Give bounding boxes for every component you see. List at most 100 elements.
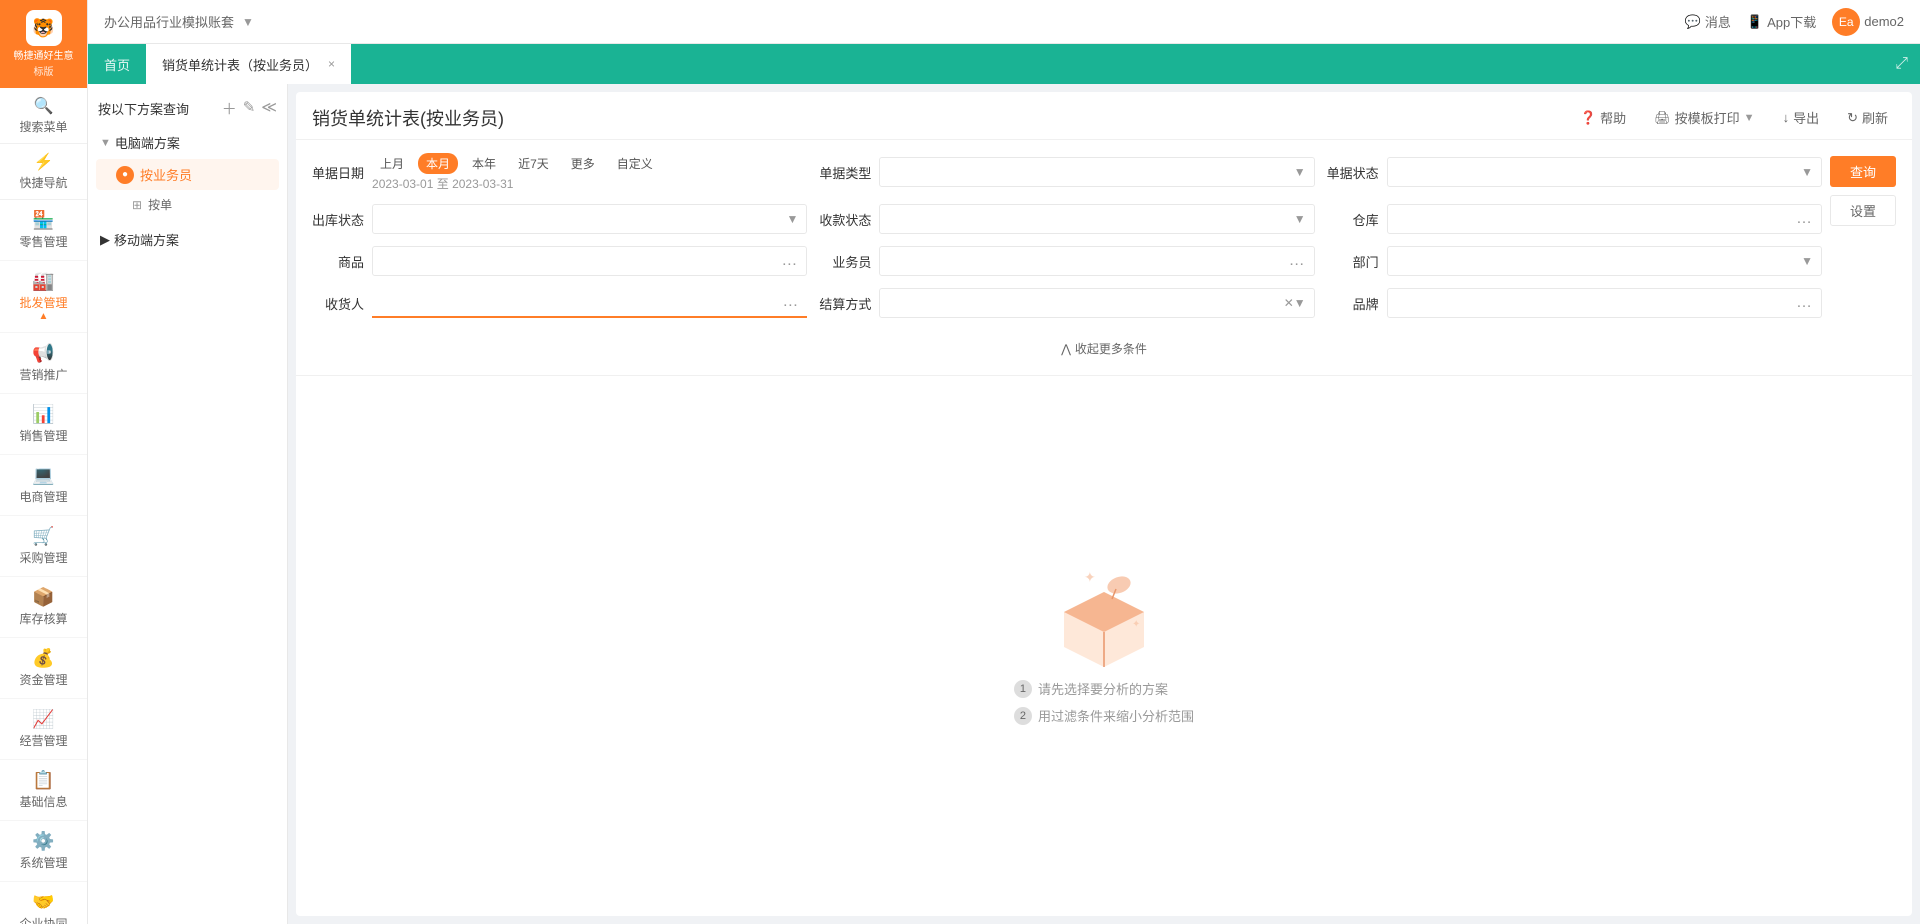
page-title: 销货单统计表(按业务员): [312, 105, 504, 131]
refresh-btn[interactable]: ↻ 刷新: [1839, 104, 1896, 131]
sales-icon: 📊: [32, 404, 54, 425]
svg-text:✦: ✦: [1132, 619, 1140, 630]
retail-icon: 🏪: [32, 210, 54, 231]
edit-scheme-icon[interactable]: ✎: [243, 98, 256, 119]
payment-method-select[interactable]: ✕ ▼: [879, 288, 1314, 318]
page-header-actions: ❓ 帮助 🖨 按模板打印 ▼ ↓ 导出 ↻ 刷新: [1572, 104, 1896, 131]
out-status-select[interactable]: ▼: [372, 204, 807, 234]
app-download-nav-item[interactable]: 📱 App下载: [1747, 12, 1816, 31]
filter-row-4: 收货人 … 结算方式: [312, 288, 1822, 318]
sidebar-search[interactable]: 🔍 搜索菜单: [0, 88, 87, 144]
system-label: 系统管理: [19, 854, 67, 871]
doc-status-field-group: 单据状态 ▼: [1327, 157, 1822, 187]
scheme-by-order[interactable]: ⊞ 按单: [96, 191, 279, 218]
warehouse-label: 仓库: [1327, 210, 1379, 229]
sidebar-item-basic[interactable]: 📋 基础信息: [0, 760, 87, 821]
tab-bar: 首页 销货单统计表（按业务员） × ⤢: [88, 44, 1920, 84]
mobile-scheme-header[interactable]: ▶ 移动端方案: [96, 226, 279, 253]
add-scheme-icon[interactable]: ＋: [222, 98, 237, 119]
sidebar-quicknav[interactable]: ⚡ 快捷导航: [0, 144, 87, 200]
sidebar-item-retail[interactable]: 🏪 零售管理: [0, 200, 87, 261]
svg-text:✦: ✦: [1084, 569, 1096, 585]
product-select[interactable]: …: [372, 246, 807, 276]
enterprise-icon: 🤝: [32, 892, 54, 913]
export-btn[interactable]: ↓ 导出: [1775, 104, 1828, 131]
collapse-conditions-btn[interactable]: ⋀ 收起更多条件: [312, 334, 1896, 363]
export-icon: ↓: [1783, 110, 1790, 125]
receive-status-control: ▼: [879, 204, 1314, 234]
receive-status-field-group: 收款状态 ▼: [819, 204, 1314, 234]
scheme-by-salesperson[interactable]: ● 按业务员: [96, 159, 279, 190]
collapse-panel-icon[interactable]: ≪: [261, 98, 277, 119]
out-status-label: 出库状态: [312, 210, 364, 229]
sidebar-item-system[interactable]: ⚙️ 系统管理: [0, 821, 87, 882]
sidebar-item-finance[interactable]: 💰 资金管理: [0, 638, 87, 699]
receive-status-select[interactable]: ▼: [879, 204, 1314, 234]
warehouse-control: …: [1387, 204, 1822, 234]
step-1-circle: 1: [1014, 680, 1032, 698]
page-content: 按以下方案查询 ＋ ✎ ≪ ▼ 电脑端方案 ● 按业务员 ⊞ 按: [88, 84, 1920, 924]
export-label: 导出: [1793, 108, 1819, 127]
app-download-label: App下载: [1767, 12, 1816, 31]
sidebar-item-inventory[interactable]: 📦 库存核算: [0, 577, 87, 638]
empty-text: 1 请先选择要分析的方案 2 用过滤条件来缩小分析范围: [1014, 679, 1194, 725]
main-area: 办公用品行业模拟账套 ▼ 💬 消息 📱 App下载 Ea demo2 首页: [88, 0, 1920, 924]
collapse-label: 收起更多条件: [1075, 340, 1147, 357]
out-status-control: ▼: [372, 204, 807, 234]
doc-status-arrow-icon: ▼: [1801, 165, 1813, 179]
search-icon: 🔍: [34, 96, 54, 116]
brand-select[interactable]: …: [1387, 288, 1822, 318]
print-dropdown-icon: ▼: [1744, 112, 1755, 124]
sidebar-item-enterprise[interactable]: 🤝 企业协同: [0, 882, 87, 924]
brand-label: 品牌: [1327, 294, 1379, 313]
salesperson-select[interactable]: …: [879, 246, 1314, 276]
date-btn-lastmonth[interactable]: 上月: [372, 152, 412, 175]
date-btn-7days[interactable]: 近7天: [510, 152, 557, 175]
sidebar-item-wholesale[interactable]: 🏭 批发管理 ▲: [0, 261, 87, 333]
help-btn[interactable]: ❓ 帮助: [1572, 104, 1634, 131]
app-name: 畅捷通好生意: [14, 50, 74, 63]
user-nav-item[interactable]: Ea demo2: [1832, 8, 1904, 36]
wholesale-arrow: ▲: [39, 311, 49, 322]
tab-sales-stat[interactable]: 销货单统计表（按业务员） ×: [146, 44, 351, 84]
department-select[interactable]: ▼: [1387, 246, 1822, 276]
marketing-label: 营销推广: [19, 366, 67, 383]
message-nav-item[interactable]: 💬 消息: [1685, 12, 1731, 31]
filter-section: 单据日期 上月 本月 本年 近7天 更多 自定义: [312, 152, 1896, 330]
date-btn-thisyear[interactable]: 本年: [464, 152, 504, 175]
date-btn-more[interactable]: 更多: [563, 152, 603, 175]
sidebar-item-marketing[interactable]: 📢 营销推广: [0, 333, 87, 394]
sidebar-item-ecommerce[interactable]: 💻 电商管理: [0, 455, 87, 516]
sales-label: 销售管理: [19, 427, 67, 444]
template-print-btn[interactable]: 🖨 按模板打印 ▼: [1646, 104, 1762, 131]
query-button[interactable]: 查询: [1830, 156, 1896, 187]
receiver-select[interactable]: …: [372, 288, 807, 318]
expand-icon: ⤢: [1895, 55, 1908, 72]
doc-status-select[interactable]: ▼: [1387, 157, 1822, 187]
payment-clear-icon[interactable]: ✕: [1284, 296, 1294, 310]
salesperson-control: …: [879, 246, 1314, 276]
refresh-icon: ↻: [1847, 110, 1858, 126]
tab-home[interactable]: 首页: [88, 44, 146, 84]
sidebar-item-sales[interactable]: 📊 销售管理: [0, 394, 87, 455]
operations-icon: 📈: [32, 709, 54, 730]
settings-button[interactable]: 设置: [1830, 195, 1896, 226]
sidebar-item-operations[interactable]: 📈 经营管理: [0, 699, 87, 760]
wholesale-icon: 🏭: [32, 271, 54, 292]
tab-close-icon[interactable]: ×: [328, 57, 335, 71]
desktop-scheme-header[interactable]: ▼ 电脑端方案: [96, 127, 279, 158]
warehouse-select[interactable]: …: [1387, 204, 1822, 234]
filter-area: 单据日期 上月 本月 本年 近7天 更多 自定义: [296, 140, 1912, 376]
doc-type-select[interactable]: ▼: [879, 157, 1314, 187]
quicknav-icon: ⚡: [34, 152, 54, 172]
workspace-dropdown-icon[interactable]: ▼: [242, 15, 254, 29]
sidebar-item-purchase[interactable]: 🛒 采购管理: [0, 516, 87, 577]
date-btn-custom[interactable]: 自定义: [609, 152, 661, 175]
date-btn-thismonth[interactable]: 本月: [418, 153, 458, 174]
brand-field-group: 品牌 …: [1327, 288, 1822, 318]
print-icon: 🖨: [1654, 110, 1671, 126]
sidebar-logo[interactable]: 🐯 畅捷通好生意 标版: [0, 0, 87, 88]
inventory-icon: 📦: [32, 587, 54, 608]
tab-expand-btn[interactable]: ⤢: [1883, 55, 1920, 73]
step-2-circle: 2: [1014, 707, 1032, 725]
